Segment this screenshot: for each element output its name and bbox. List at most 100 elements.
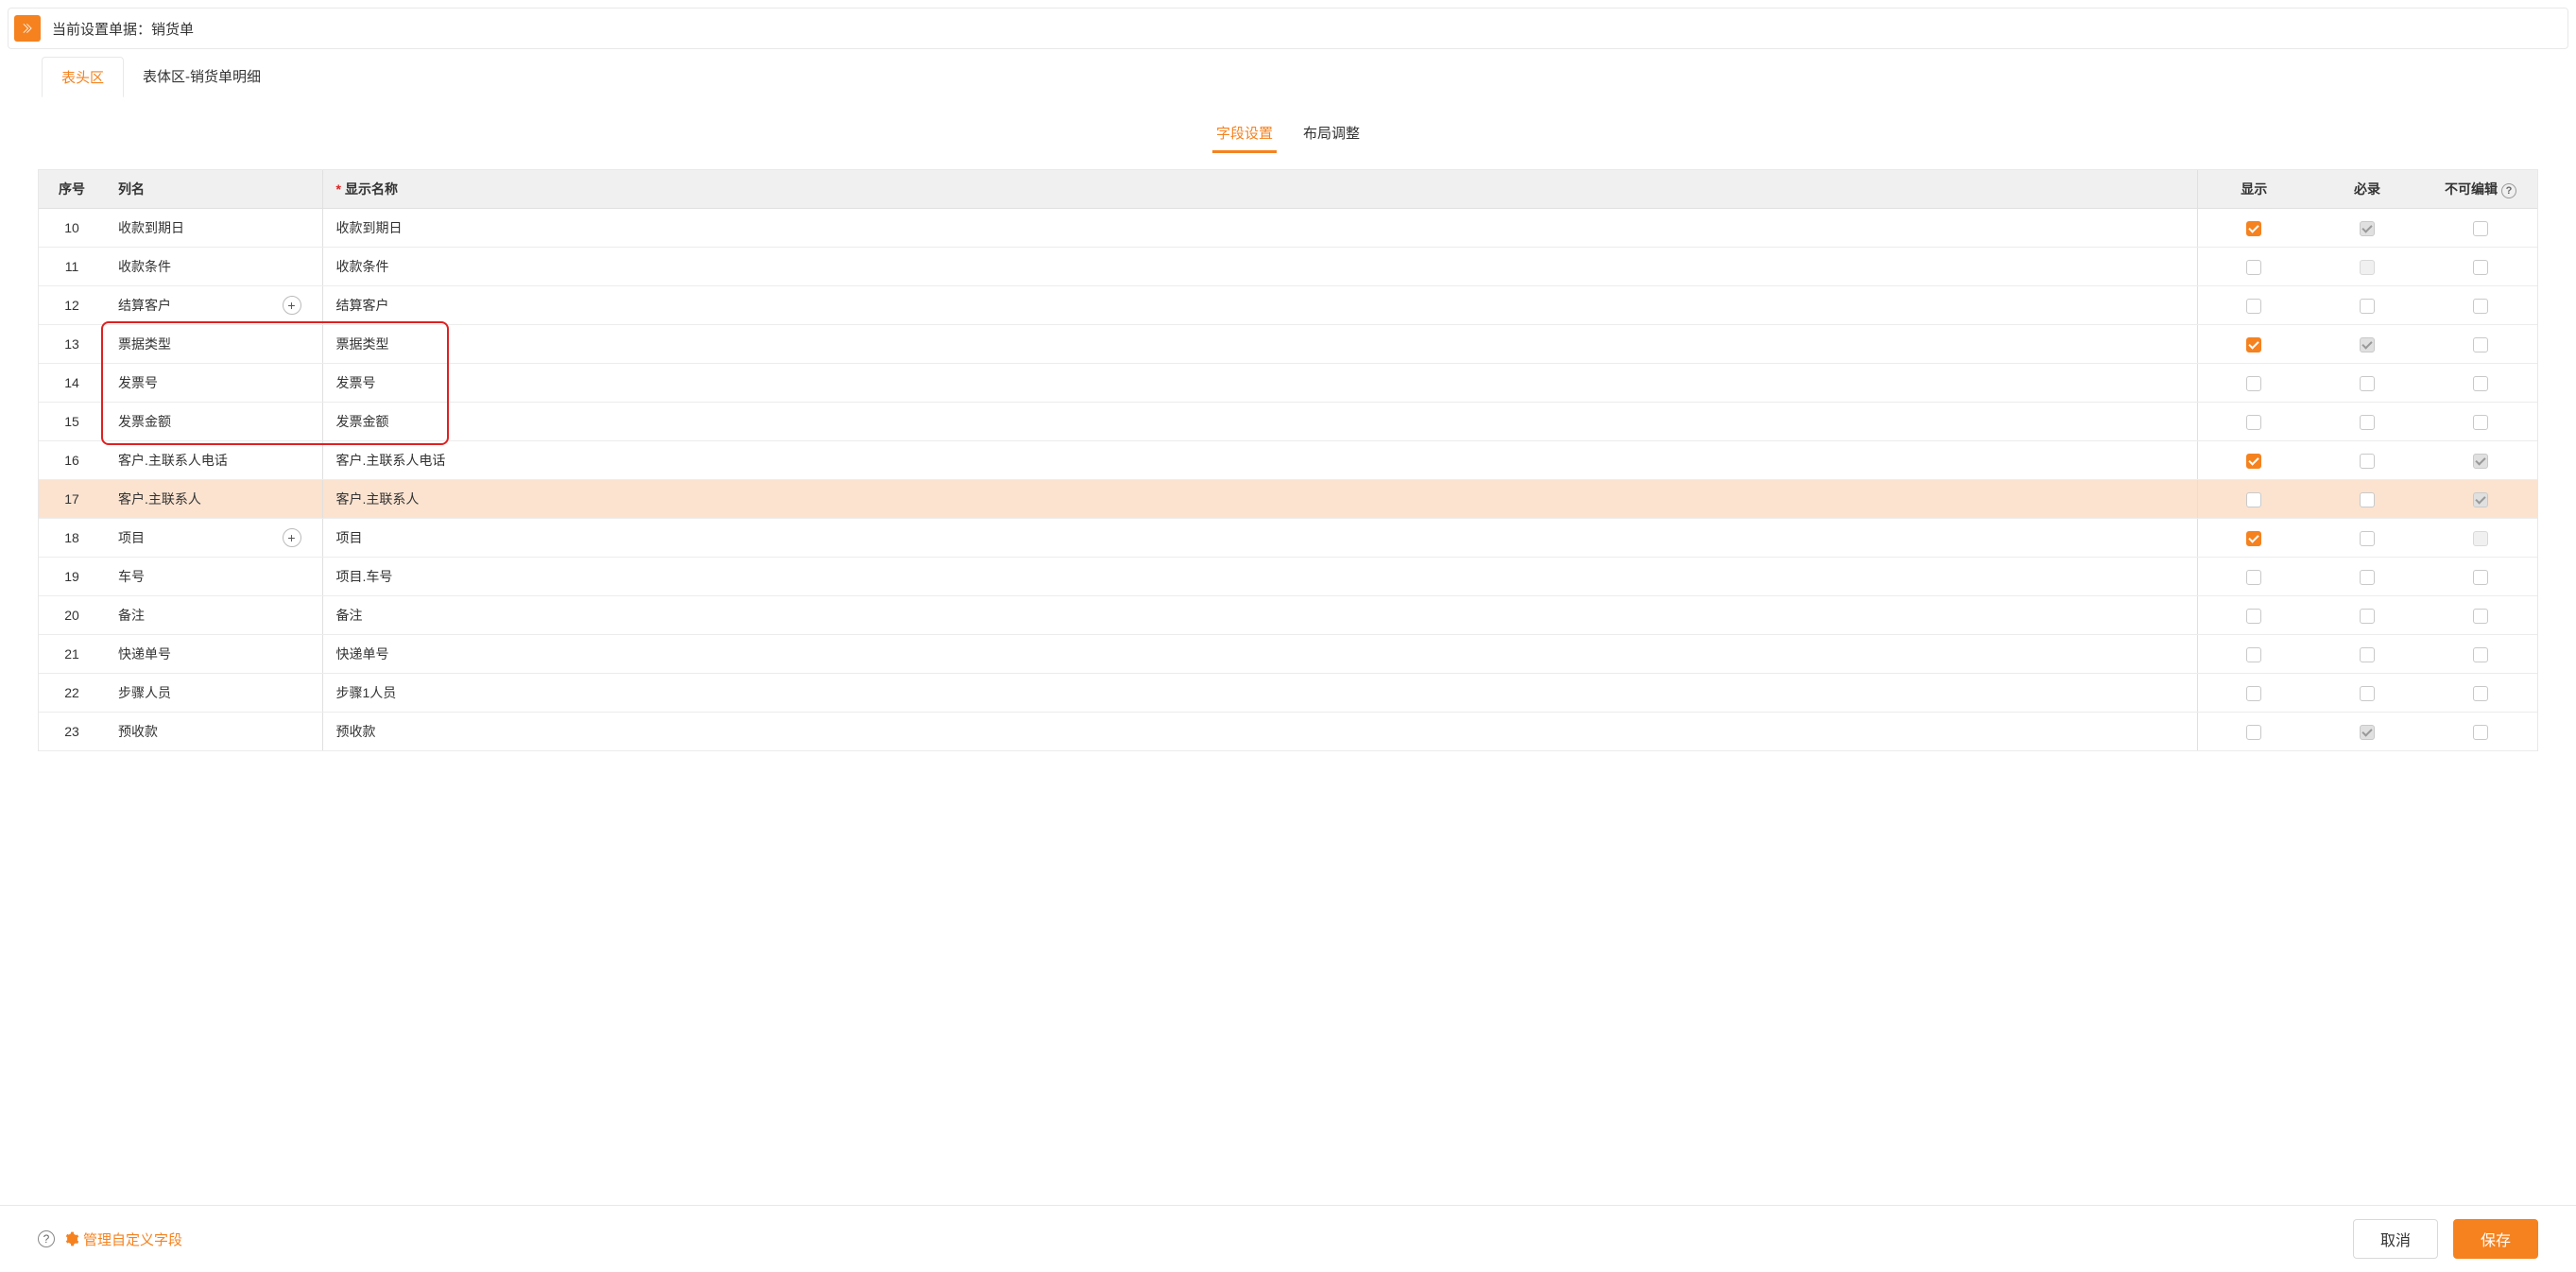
cell-display-name[interactable]: 客户.主联系人 (322, 480, 2197, 519)
sub-tabs: 字段设置布局调整 (8, 115, 2568, 154)
cell-show (2197, 441, 2310, 480)
cell-required (2310, 325, 2424, 364)
cell-display-name[interactable]: 备注 (322, 596, 2197, 635)
header-prefix: 当前设置单据： (52, 19, 151, 39)
add-sub-field-button[interactable]: + (283, 296, 301, 315)
checkbox-required (2360, 221, 2375, 236)
cell-show (2197, 635, 2310, 674)
checkbox-show[interactable] (2246, 221, 2261, 236)
cell-display-name[interactable]: 快递单号 (322, 635, 2197, 674)
checkbox-readonly[interactable] (2473, 337, 2488, 352)
checkbox-show[interactable] (2246, 531, 2261, 546)
checkbox-readonly[interactable] (2473, 415, 2488, 430)
cell-display-name[interactable]: 项目.车号 (322, 558, 2197, 596)
cell-required (2310, 519, 2424, 558)
cell-display-name[interactable]: 发票金额 (322, 403, 2197, 441)
cell-display-name[interactable]: 收款到期日 (322, 209, 2197, 248)
cell-seq: 10 (39, 209, 105, 248)
cell-show (2197, 713, 2310, 751)
checkbox-readonly[interactable] (2473, 609, 2488, 624)
help-icon[interactable]: ? (2501, 183, 2516, 198)
checkbox-required[interactable] (2360, 609, 2375, 624)
cell-display-name[interactable]: 结算客户 (322, 286, 2197, 325)
collapse-toggle[interactable] (14, 15, 41, 42)
checkbox-required[interactable] (2360, 415, 2375, 430)
checkbox-readonly[interactable] (2473, 570, 2488, 585)
checkbox-show[interactable] (2246, 376, 2261, 391)
cell-name: 步骤人员 (105, 674, 322, 713)
checkbox-readonly[interactable] (2473, 260, 2488, 275)
checkbox-required[interactable] (2360, 492, 2375, 507)
footer: ? 管理自定义字段 取消 保存 (0, 1205, 2576, 1272)
cell-required (2310, 441, 2424, 480)
cell-name: 备注 (105, 596, 322, 635)
checkbox-readonly[interactable] (2473, 686, 2488, 701)
checkbox-readonly[interactable] (2473, 299, 2488, 314)
checkbox-required[interactable] (2360, 647, 2375, 662)
checkbox-readonly[interactable] (2473, 647, 2488, 662)
required-star-icon: * (336, 181, 341, 197)
checkbox-show[interactable] (2246, 686, 2261, 701)
cell-name: 车号 (105, 558, 322, 596)
table-row: 18项目+项目 (39, 519, 2537, 558)
checkbox-readonly[interactable] (2473, 725, 2488, 740)
cell-show (2197, 286, 2310, 325)
cell-readonly (2424, 325, 2537, 364)
add-sub-field-button[interactable]: + (283, 528, 301, 547)
cell-name: 票据类型 (105, 325, 322, 364)
checkbox-show[interactable] (2246, 725, 2261, 740)
checkbox-readonly[interactable] (2473, 221, 2488, 236)
cell-readonly (2424, 209, 2537, 248)
cell-display-name[interactable]: 客户.主联系人电话 (322, 441, 2197, 480)
checkbox-show[interactable] (2246, 609, 2261, 624)
field-name-label: 收款到期日 (118, 220, 184, 235)
checkbox-show[interactable] (2246, 647, 2261, 662)
checkbox-required[interactable] (2360, 531, 2375, 546)
manage-custom-fields-link[interactable]: 管理自定义字段 (64, 1229, 182, 1249)
checkbox-required[interactable] (2360, 454, 2375, 469)
section-tab-0[interactable]: 表头区 (42, 57, 124, 97)
cell-display-name[interactable]: 收款条件 (322, 248, 2197, 286)
cell-display-name[interactable]: 项目 (322, 519, 2197, 558)
cell-display-name[interactable]: 发票号 (322, 364, 2197, 403)
cell-required (2310, 596, 2424, 635)
sub-tab-0[interactable]: 字段设置 (1212, 115, 1277, 153)
checkbox-required[interactable] (2360, 376, 2375, 391)
checkbox-show[interactable] (2246, 570, 2261, 585)
checkbox-required[interactable] (2360, 570, 2375, 585)
cell-seq: 20 (39, 596, 105, 635)
cell-required (2310, 674, 2424, 713)
cell-readonly (2424, 248, 2537, 286)
cell-show (2197, 480, 2310, 519)
checkbox-show[interactable] (2246, 454, 2261, 469)
cell-readonly (2424, 713, 2537, 751)
cell-display-name[interactable]: 步骤1人员 (322, 674, 2197, 713)
question-icon[interactable]: ? (38, 1230, 55, 1247)
page-header: 当前设置单据： 销货单 (8, 8, 2568, 49)
field-name-label: 项目 (118, 530, 145, 545)
table-row: 23预收款预收款 (39, 713, 2537, 751)
cell-required (2310, 248, 2424, 286)
checkbox-show[interactable] (2246, 492, 2261, 507)
cell-display-name[interactable]: 票据类型 (322, 325, 2197, 364)
checkbox-show[interactable] (2246, 260, 2261, 275)
checkbox-readonly[interactable] (2473, 376, 2488, 391)
cancel-button[interactable]: 取消 (2353, 1219, 2438, 1259)
checkbox-show[interactable] (2246, 415, 2261, 430)
sub-tab-1[interactable]: 布局调整 (1299, 115, 1364, 153)
cell-show (2197, 364, 2310, 403)
checkbox-show[interactable] (2246, 299, 2261, 314)
cell-seq: 17 (39, 480, 105, 519)
checkbox-required[interactable] (2360, 686, 2375, 701)
checkbox-show[interactable] (2246, 337, 2261, 352)
cell-display-name[interactable]: 预收款 (322, 713, 2197, 751)
save-button[interactable]: 保存 (2453, 1219, 2538, 1259)
cell-required (2310, 403, 2424, 441)
section-tab-1[interactable]: 表体区-销货单明细 (124, 57, 280, 97)
checkbox-required (2360, 725, 2375, 740)
cell-name: 快递单号 (105, 635, 322, 674)
checkbox-required[interactable] (2360, 299, 2375, 314)
table-row: 11收款条件收款条件 (39, 248, 2537, 286)
col-header-display: *显示名称 (322, 170, 2197, 209)
field-name-label: 发票号 (118, 375, 158, 390)
